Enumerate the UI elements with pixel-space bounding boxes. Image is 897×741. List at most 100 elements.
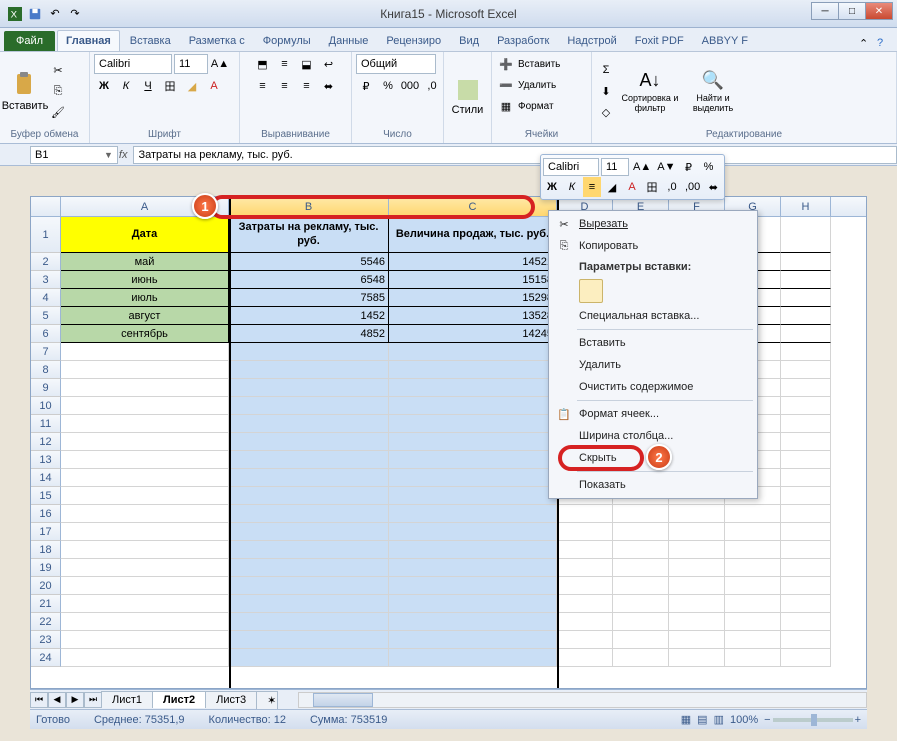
cell[interactable] — [61, 361, 229, 379]
fx-icon[interactable]: fx — [119, 149, 128, 161]
cell[interactable] — [725, 523, 781, 541]
row-header[interactable]: 1 — [31, 217, 61, 253]
cell[interactable] — [557, 613, 613, 631]
cell[interactable] — [781, 595, 831, 613]
cell[interactable] — [613, 631, 669, 649]
cell[interactable] — [61, 595, 229, 613]
cell[interactable]: 15298 — [389, 289, 557, 307]
cell[interactable] — [229, 397, 389, 415]
cell[interactable] — [229, 505, 389, 523]
row-header[interactable]: 24 — [31, 649, 61, 667]
cell[interactable] — [781, 217, 831, 253]
mini-currency-icon[interactable]: ₽ — [679, 157, 697, 177]
row-header[interactable]: 3 — [31, 271, 61, 289]
cell[interactable] — [229, 541, 389, 559]
cell[interactable] — [725, 541, 781, 559]
ctx-clear[interactable]: Очистить содержимое — [551, 376, 755, 398]
tab-layout[interactable]: Разметка с — [181, 31, 253, 51]
minimize-button[interactable]: ─ — [811, 2, 839, 20]
tab-foxit[interactable]: Foxit PDF — [627, 31, 692, 51]
percent-icon[interactable]: % — [378, 76, 398, 96]
view-pagebreak-icon[interactable]: ▥ — [714, 713, 724, 726]
mini-size-combo[interactable]: 11 — [601, 158, 629, 176]
inc-decimal-icon[interactable]: ,0 — [422, 76, 442, 96]
align-left-icon[interactable]: ≡ — [253, 76, 273, 96]
cell[interactable] — [61, 613, 229, 631]
sheet-tab-3[interactable]: Лист3 — [205, 691, 257, 708]
row-header[interactable]: 18 — [31, 541, 61, 559]
tab-abbyy[interactable]: ABBYY F — [694, 31, 756, 51]
row-header[interactable]: 14 — [31, 469, 61, 487]
cell[interactable] — [389, 523, 557, 541]
cell[interactable] — [613, 541, 669, 559]
cell[interactable]: июнь — [61, 271, 229, 289]
cell[interactable] — [61, 523, 229, 541]
cell[interactable] — [669, 595, 725, 613]
cell[interactable] — [613, 613, 669, 631]
row-header[interactable]: 12 — [31, 433, 61, 451]
cell[interactable] — [669, 631, 725, 649]
save-icon[interactable] — [26, 5, 44, 23]
select-all-corner[interactable] — [31, 197, 61, 216]
cell[interactable]: 6548 — [229, 271, 389, 289]
cell[interactable] — [557, 505, 613, 523]
cell[interactable] — [781, 577, 831, 595]
mini-fill-icon[interactable]: ◢ — [603, 177, 621, 197]
cell[interactable]: август — [61, 307, 229, 325]
cell[interactable] — [781, 487, 831, 505]
sheet-tab-new[interactable]: ✶ — [256, 691, 278, 709]
cell[interactable]: 7585 — [229, 289, 389, 307]
cut-icon[interactable]: ✂ — [48, 60, 68, 80]
border-icon[interactable]: 田 — [160, 76, 180, 96]
cell[interactable] — [613, 577, 669, 595]
cell[interactable] — [61, 487, 229, 505]
mini-shrink-font-icon[interactable]: A▼ — [655, 157, 677, 177]
cell[interactable] — [389, 559, 557, 577]
align-bot-icon[interactable]: ⬓ — [297, 54, 317, 74]
sheet-nav-last[interactable]: ⏭ — [84, 692, 102, 708]
cell[interactable] — [61, 577, 229, 595]
tab-insert[interactable]: Вставка — [122, 31, 179, 51]
row-header[interactable]: 10 — [31, 397, 61, 415]
mini-bold-icon[interactable]: Ж — [543, 177, 561, 197]
cell[interactable] — [61, 415, 229, 433]
clear-icon[interactable]: ◇ — [596, 102, 616, 122]
cell[interactable] — [389, 469, 557, 487]
sort-filter-button[interactable]: A↓Сортировка и фильтр — [618, 58, 682, 124]
row-header[interactable]: 17 — [31, 523, 61, 541]
cell[interactable] — [61, 505, 229, 523]
cell[interactable] — [725, 559, 781, 577]
merge-icon[interactable]: ⬌ — [319, 76, 339, 96]
delete-cells-icon[interactable]: ➖ — [496, 75, 516, 95]
cell[interactable]: 14521 — [389, 253, 557, 271]
cell[interactable] — [61, 379, 229, 397]
cell[interactable] — [613, 523, 669, 541]
bold-icon[interactable]: Ж — [94, 76, 114, 96]
cell[interactable] — [613, 649, 669, 667]
cell[interactable] — [557, 523, 613, 541]
cell[interactable] — [781, 361, 831, 379]
cell[interactable] — [229, 469, 389, 487]
cell[interactable] — [781, 451, 831, 469]
find-select-button[interactable]: 🔍Найти и выделить — [684, 58, 742, 124]
format-painter-icon[interactable]: 🖌 — [48, 102, 68, 122]
cell[interactable] — [781, 307, 831, 325]
copy-icon[interactable]: ⎘ — [48, 81, 68, 101]
row-header[interactable]: 15 — [31, 487, 61, 505]
cell[interactable] — [389, 505, 557, 523]
cell[interactable] — [229, 379, 389, 397]
cell[interactable] — [557, 595, 613, 613]
cell[interactable]: июль — [61, 289, 229, 307]
cell[interactable]: 4852 — [229, 325, 389, 343]
cell[interactable] — [781, 397, 831, 415]
sheet-nav-next[interactable]: ▶ — [66, 692, 84, 708]
cell[interactable] — [725, 631, 781, 649]
tab-data[interactable]: Данные — [321, 31, 377, 51]
cell[interactable] — [781, 325, 831, 343]
cell[interactable] — [389, 595, 557, 613]
align-right-icon[interactable]: ≡ — [297, 76, 317, 96]
italic-icon[interactable]: К — [116, 76, 136, 96]
cell[interactable] — [61, 451, 229, 469]
cell[interactable] — [389, 541, 557, 559]
cell[interactable] — [781, 469, 831, 487]
